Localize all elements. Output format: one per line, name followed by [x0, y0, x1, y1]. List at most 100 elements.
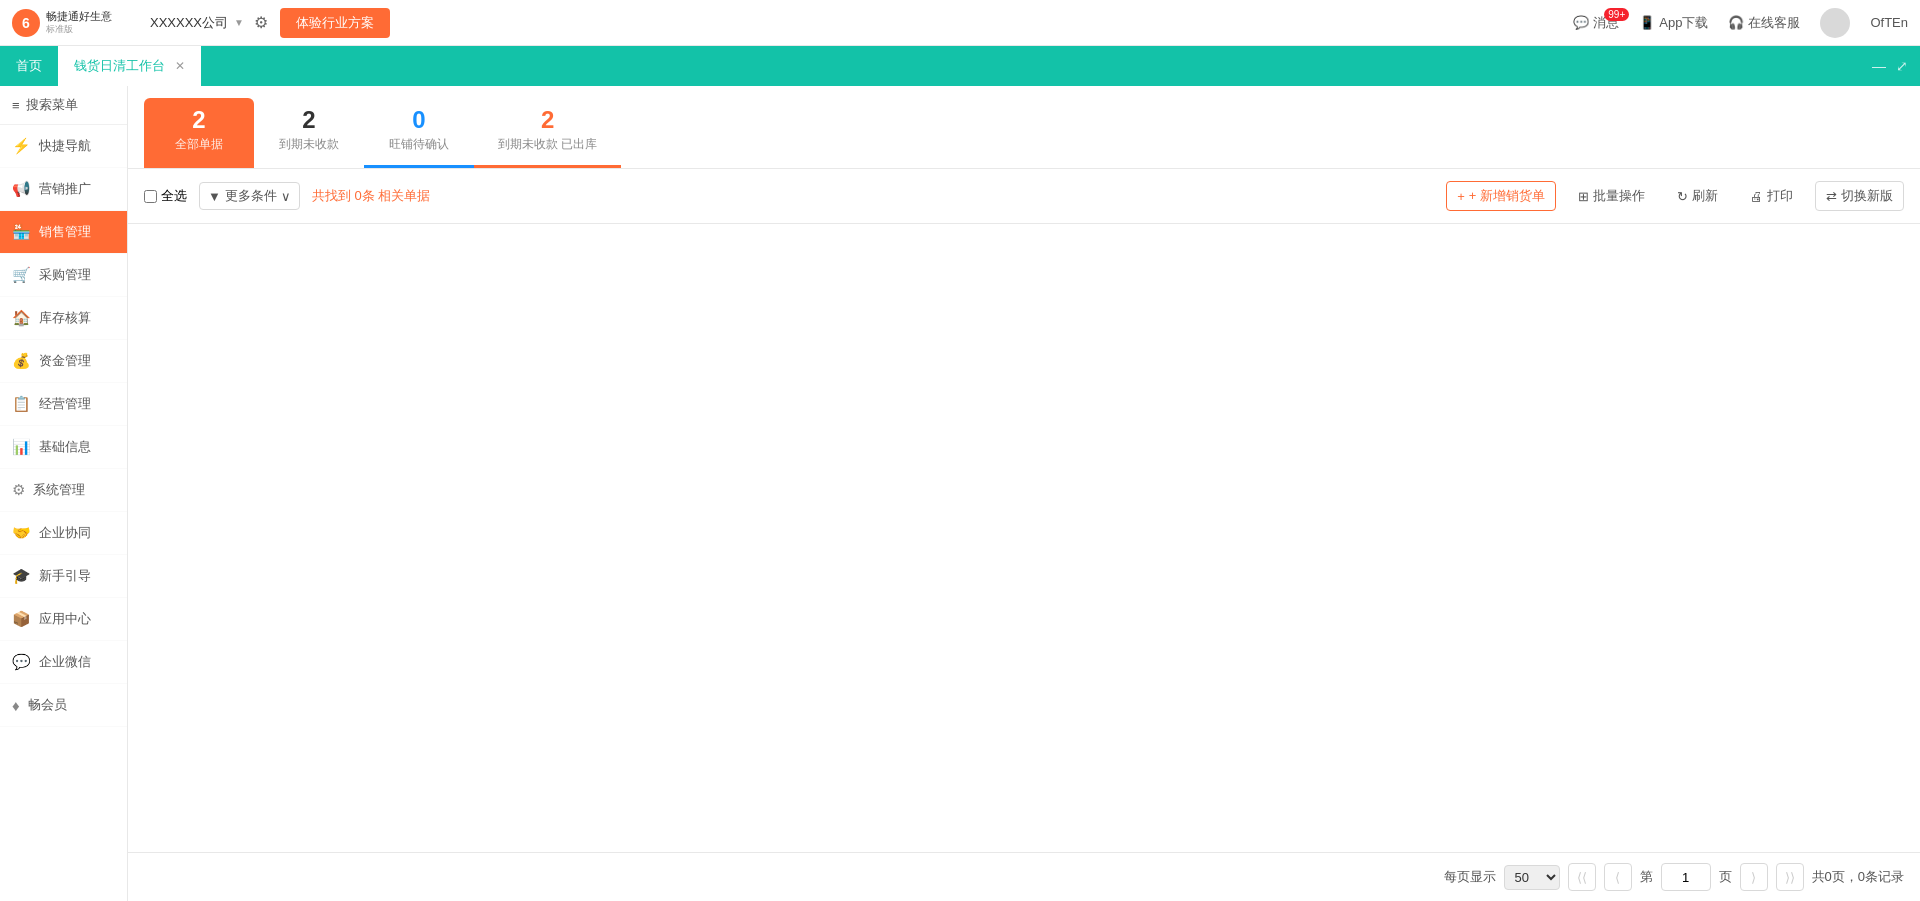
settings-icon[interactable]: ⚙ — [254, 13, 268, 32]
stat-num-overdue: 2 — [278, 106, 340, 134]
online-service-btn[interactable]: 🎧 在线客服 — [1728, 14, 1800, 32]
logo-area: 6 畅捷通好生意 标准版 — [12, 9, 140, 37]
sidebar-label-quick-nav: 快捷导航 — [39, 137, 91, 155]
sidebar-item-app-center[interactable]: 📦 应用中心 — [0, 598, 127, 641]
stat-tab-wangpu[interactable]: 0 旺铺待确认 — [364, 98, 474, 168]
minimize-icon[interactable]: — — [1872, 58, 1886, 74]
sidebar-label-operation: 经营管理 — [39, 395, 91, 413]
prev-page-btn[interactable]: ⟨ — [1604, 863, 1632, 891]
count-num: 0 — [355, 188, 362, 203]
count-prefix: 共找到 — [312, 188, 355, 203]
sidebar-item-finance[interactable]: 💰 资金管理 — [0, 340, 127, 383]
sidebar-item-inventory[interactable]: 🏠 库存核算 — [0, 297, 127, 340]
stat-num-all: 2 — [168, 106, 230, 134]
count-suffix: 条 相关单据 — [362, 188, 431, 203]
company-selector[interactable]: XXXXXX公司 ▼ — [150, 14, 244, 32]
table-area — [128, 224, 1920, 852]
switch-version-btn[interactable]: ⇄ 切换新版 — [1815, 181, 1904, 211]
stat-num-wangpu: 0 — [388, 106, 450, 134]
search-label: 搜索菜单 — [26, 96, 78, 114]
logo-icon: 6 — [12, 9, 40, 37]
tab-active[interactable]: 钱货日清工作台 ✕ — [58, 46, 201, 86]
next-page-btn[interactable]: ⟩ — [1740, 863, 1768, 891]
first-page-btn[interactable]: ⟨⟨ — [1568, 863, 1596, 891]
sidebar-item-enterprise-wechat[interactable]: 💬 企业微信 — [0, 641, 127, 684]
batch-btn[interactable]: ⊞ 批量操作 — [1568, 182, 1655, 210]
download-icon: 📱 — [1639, 15, 1655, 30]
filter-chevron-icon: ∨ — [281, 189, 291, 204]
refresh-label: 刷新 — [1692, 187, 1718, 205]
sidebar-label-basic-info: 基础信息 — [39, 438, 91, 456]
header-right: 💬 消息 99+ 📱 App下载 🎧 在线客服 OfTEn — [1573, 8, 1908, 38]
message-badge: 99+ — [1604, 8, 1629, 21]
print-btn[interactable]: 🖨 打印 — [1740, 182, 1803, 210]
sidebar: ≡ 搜索菜单 ⚡ 快捷导航 📢 营销推广 🏪 销售管理 🛒 采购管理 🏠 库存核… — [0, 86, 128, 901]
select-all-checkbox[interactable]: 全选 — [144, 187, 187, 205]
message-btn[interactable]: 💬 消息 99+ — [1573, 14, 1619, 32]
sidebar-item-system[interactable]: ⚙ 系统管理 — [0, 469, 127, 512]
sidebar-search[interactable]: ≡ 搜索菜单 — [0, 86, 127, 125]
refresh-icon: ↻ — [1677, 189, 1688, 204]
sidebar-item-operation[interactable]: 📋 经营管理 — [0, 383, 127, 426]
pagination-bar: 每页显示 50 100 ⟨⟨ ⟨ 第 页 ⟩ ⟩⟩ 共0页，0条记录 — [128, 852, 1920, 901]
online-service-label: 在线客服 — [1748, 14, 1800, 32]
maximize-icon[interactable]: ⤢ — [1896, 58, 1908, 74]
filter-btn[interactable]: ▼ 更多条件 ∨ — [199, 182, 300, 210]
select-all-input[interactable] — [144, 190, 157, 203]
experience-btn[interactable]: 体验行业方案 — [280, 8, 390, 38]
filter-icon: ▼ — [208, 189, 221, 204]
refresh-btn[interactable]: ↻ 刷新 — [1667, 182, 1728, 210]
quick-nav-icon: ⚡ — [12, 137, 31, 155]
message-icon: 💬 — [1573, 15, 1589, 30]
sidebar-item-purchase[interactable]: 🛒 采购管理 — [0, 254, 127, 297]
batch-label: 批量操作 — [1593, 187, 1645, 205]
tab-bar-right: — ⤢ — [1872, 58, 1920, 74]
app-download-label: App下载 — [1659, 14, 1708, 32]
toolbar-right: + + 新增销货单 ⊞ 批量操作 ↻ 刷新 🖨 打印 ⇄ 切换新版 — [1446, 181, 1904, 211]
enterprise-coop-icon: 🤝 — [12, 524, 31, 542]
basic-info-icon: 📊 — [12, 438, 31, 456]
logo-text: 畅捷通好生意 — [46, 9, 112, 23]
add-btn-label: + 新增销货单 — [1469, 187, 1545, 205]
sidebar-item-member[interactable]: ♦ 畅会员 — [0, 684, 127, 727]
stat-tab-overdue[interactable]: 2 到期未收款 — [254, 98, 364, 168]
filter-label: 更多条件 — [225, 187, 277, 205]
service-icon: 🎧 — [1728, 15, 1744, 30]
sidebar-item-quick-nav[interactable]: ⚡ 快捷导航 — [0, 125, 127, 168]
page-size-label: 每页显示 — [1444, 868, 1496, 886]
sidebar-label-member: 畅会员 — [28, 696, 67, 714]
tab-bar: 首页 钱货日清工作台 ✕ — ⤢ — [0, 46, 1920, 86]
tab-close-icon[interactable]: ✕ — [175, 59, 185, 73]
select-all-label: 全选 — [161, 187, 187, 205]
toolbar: 全选 ▼ 更多条件 ∨ 共找到 0条 相关单据 + + 新增销货单 ⊞ 批量操作 — [128, 169, 1920, 224]
sidebar-item-basic-info[interactable]: 📊 基础信息 — [0, 426, 127, 469]
stat-tab-all[interactable]: 2 全部单据 — [144, 98, 254, 168]
print-icon: 🖨 — [1750, 189, 1763, 204]
avatar[interactable] — [1820, 8, 1850, 38]
tab-home[interactable]: 首页 — [0, 46, 58, 86]
sales-icon: 🏪 — [12, 223, 31, 241]
page-size-select[interactable]: 50 100 — [1504, 865, 1560, 890]
avatar-name: OfTEn — [1870, 15, 1908, 30]
app-center-icon: 📦 — [12, 610, 31, 628]
print-label: 打印 — [1767, 187, 1793, 205]
sidebar-item-newbie[interactable]: 🎓 新手引导 — [0, 555, 127, 598]
system-icon: ⚙ — [12, 481, 25, 499]
stat-tab-overdue-out[interactable]: 2 到期未收款 已出库 — [474, 98, 621, 168]
finance-icon: 💰 — [12, 352, 31, 370]
add-sales-btn[interactable]: + + 新增销货单 — [1446, 181, 1556, 211]
sidebar-item-marketing[interactable]: 📢 营销推广 — [0, 168, 127, 211]
stat-label-overdue-out: 到期未收款 已出库 — [498, 136, 597, 153]
app-download-btn[interactable]: 📱 App下载 — [1639, 14, 1708, 32]
add-icon: + — [1457, 189, 1465, 204]
last-page-btn[interactable]: ⟩⟩ — [1776, 863, 1804, 891]
sidebar-label-purchase: 采购管理 — [39, 266, 91, 284]
stats-bar: 2 全部单据 2 到期未收款 0 旺铺待确认 2 到期未收款 已出库 — [128, 86, 1920, 169]
sidebar-label-enterprise-coop: 企业协同 — [39, 524, 91, 542]
sidebar-item-sales[interactable]: 🏪 销售管理 — [0, 211, 127, 254]
page-input[interactable] — [1661, 863, 1711, 891]
sidebar-item-enterprise-coop[interactable]: 🤝 企业协同 — [0, 512, 127, 555]
empty-area — [128, 224, 1920, 624]
switch-label: 切换新版 — [1841, 187, 1893, 205]
purchase-icon: 🛒 — [12, 266, 31, 284]
